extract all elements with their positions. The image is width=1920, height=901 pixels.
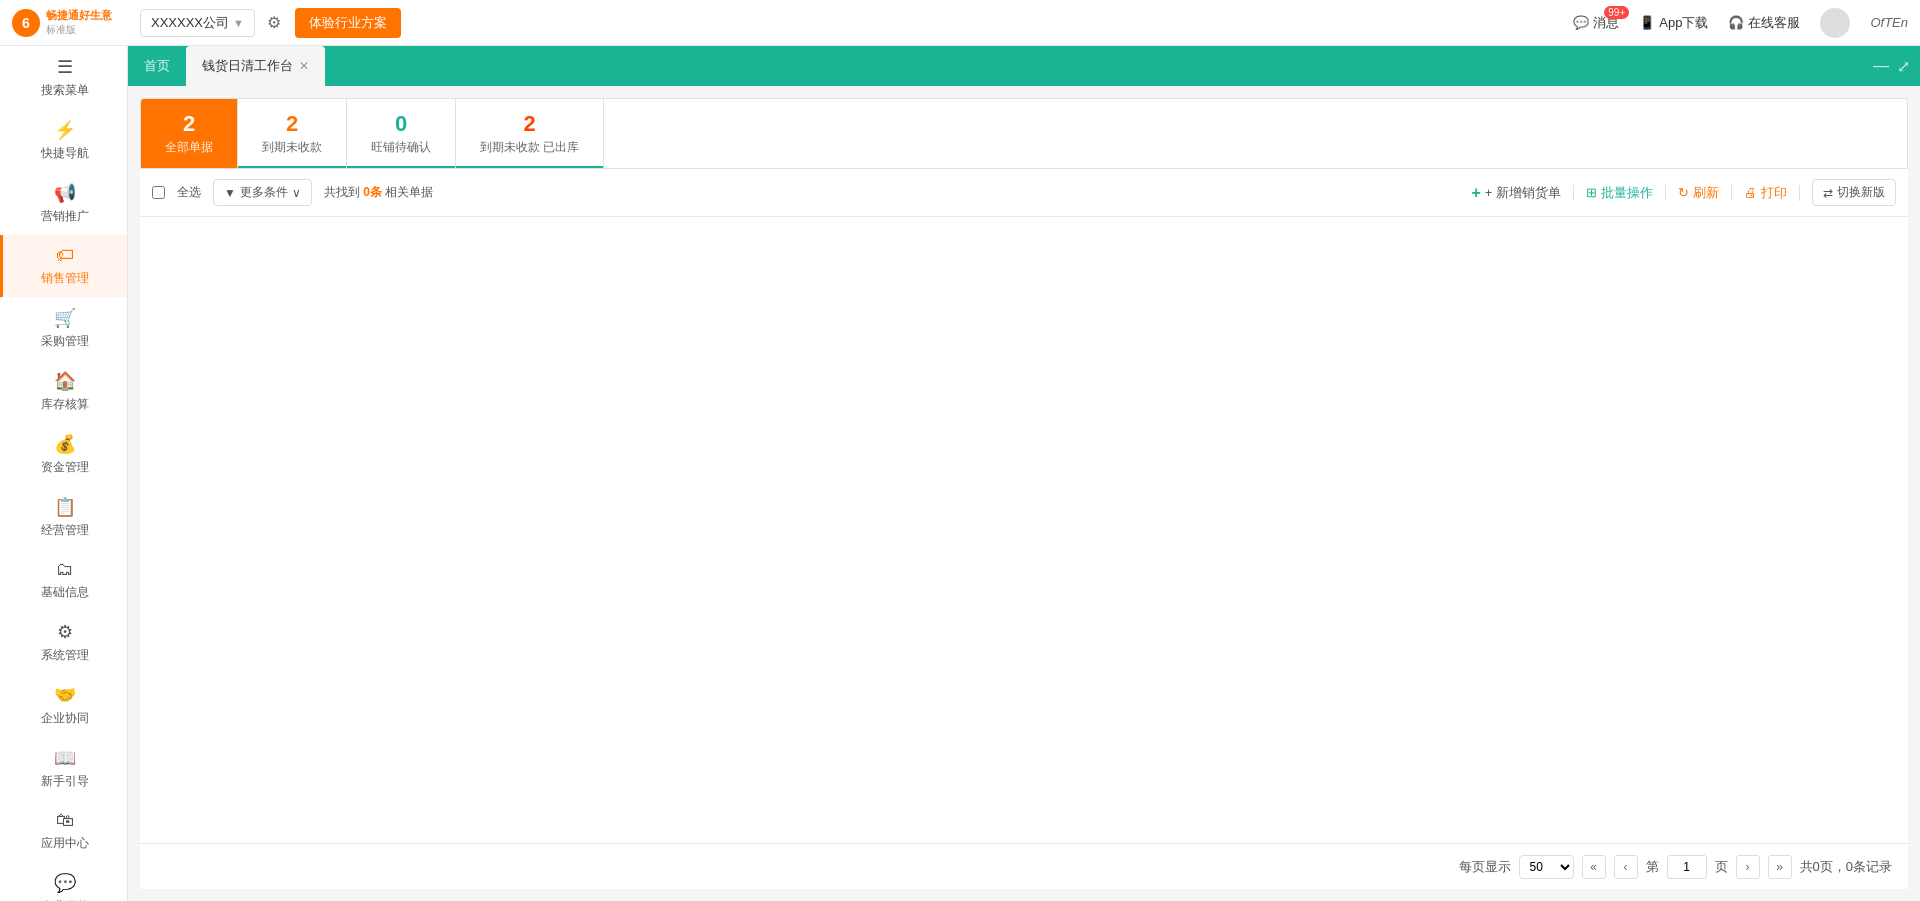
tab-home[interactable]: 首页 bbox=[128, 46, 186, 86]
marketing-icon: 📢 bbox=[54, 182, 76, 204]
stats-tabs: 2 全部单据 2 到期未收款 0 旺铺待确认 2 到期未收款 已出库 bbox=[140, 98, 1908, 169]
header-right: 💬 消息 99+ 📱 App下载 🎧 在线客服 OfTEn bbox=[1573, 8, 1908, 38]
main-layout: ☰ 搜索菜单 ⚡ 快捷导航 📢 营销推广 🏷 销售管理 🛒 采购管理 🏠 库存核… bbox=[0, 46, 1920, 901]
filter-button[interactable]: ▼ 更多条件 ∨ bbox=[213, 179, 312, 206]
sidebar-item-inventory[interactable]: 🏠 库存核算 bbox=[0, 360, 127, 423]
sidebar-item-enterprise-collab[interactable]: 🤝 企业协同 bbox=[0, 674, 127, 737]
sidebar-item-finance[interactable]: 💰 资金管理 bbox=[0, 423, 127, 486]
sidebar-item-search[interactable]: ☰ 搜索菜单 bbox=[0, 46, 127, 109]
user-avatar[interactable] bbox=[1820, 8, 1850, 38]
sidebar-item-basic-info[interactable]: 🗂 基础信息 bbox=[0, 549, 127, 611]
print-icon: 🖨 bbox=[1744, 185, 1757, 200]
switch-icon: ⇄ bbox=[1823, 186, 1833, 200]
dropdown-arrow-icon: ▼ bbox=[233, 17, 244, 29]
download-icon: 📱 bbox=[1639, 15, 1655, 30]
print-button[interactable]: 🖨 打印 bbox=[1744, 184, 1787, 202]
basic-info-icon: 🗂 bbox=[56, 559, 74, 580]
inventory-icon: 🏠 bbox=[54, 370, 76, 392]
notification-badge: 99+ bbox=[1604, 6, 1629, 19]
next-page-button[interactable]: › bbox=[1736, 855, 1760, 879]
logo-text: 畅捷通好生意 标准版 bbox=[46, 8, 112, 37]
found-text: 共找到 0条 相关单据 bbox=[324, 184, 433, 201]
switch-version-button[interactable]: ⇄ 切换新版 bbox=[1812, 179, 1896, 206]
system-icon: ⚙ bbox=[57, 621, 73, 643]
sidebar-item-purchase[interactable]: 🛒 采购管理 bbox=[0, 297, 127, 360]
first-page-button[interactable]: « bbox=[1582, 855, 1606, 879]
sidebar-item-beginner[interactable]: 📖 新手引导 bbox=[0, 737, 127, 800]
sidebar-item-operations[interactable]: 📋 经营管理 bbox=[0, 486, 127, 549]
top-header: 6 畅捷通好生意 标准版 XXXXXX公司 ▼ ⚙ 体验行业方案 💬 消息 99… bbox=[0, 0, 1920, 46]
stat-tab-shipped[interactable]: 2 到期未收款 已出库 bbox=[456, 99, 604, 168]
total-records: 共0页，0条记录 bbox=[1800, 858, 1892, 876]
page-size-select[interactable]: 50 20 100 bbox=[1519, 855, 1574, 879]
toolbar-right: + + 新增销货单 ⊞ 批量操作 ↻ 刷新 � bbox=[1471, 179, 1896, 206]
stat-tab-pending[interactable]: 0 旺铺待确认 bbox=[347, 99, 456, 168]
tab-bar: 首页 钱货日清工作台 ✕ — ⤢ bbox=[128, 46, 1920, 86]
divider-2 bbox=[1665, 185, 1666, 201]
sidebar-item-enterprise-wechat[interactable]: 💬 企业微信 bbox=[0, 862, 127, 901]
experience-btn[interactable]: 体验行业方案 bbox=[295, 8, 401, 38]
tab-daily-work[interactable]: 钱货日清工作台 ✕ bbox=[186, 46, 325, 86]
enterprise-collab-icon: 🤝 bbox=[54, 684, 76, 706]
notification-item[interactable]: 💬 消息 99+ bbox=[1573, 14, 1619, 32]
operations-icon: 📋 bbox=[54, 496, 76, 518]
headset-icon: 🎧 bbox=[1728, 15, 1744, 30]
search-menu-icon: ☰ bbox=[57, 56, 73, 78]
sidebar: ☰ 搜索菜单 ⚡ 快捷导航 📢 营销推广 🏷 销售管理 🛒 采购管理 🏠 库存核… bbox=[0, 46, 128, 901]
sidebar-item-marketing[interactable]: 📢 营销推广 bbox=[0, 172, 127, 235]
filter-icon: ▼ bbox=[224, 186, 236, 200]
pagination: 每页显示 50 20 100 « ‹ 第 页 › » 共0页，0条记录 bbox=[140, 843, 1908, 889]
batch-icon: ⊞ bbox=[1586, 185, 1597, 200]
minimize-button[interactable]: — bbox=[1873, 57, 1889, 75]
maximize-button[interactable]: ⤢ bbox=[1897, 57, 1910, 76]
sidebar-item-sales[interactable]: 🏷 销售管理 bbox=[0, 235, 127, 297]
tab-close-icon[interactable]: ✕ bbox=[299, 59, 309, 73]
stat-tab-all[interactable]: 2 全部单据 bbox=[141, 99, 238, 168]
add-sales-order-button[interactable]: + + 新增销货单 bbox=[1471, 184, 1561, 202]
purchase-icon: 🛒 bbox=[54, 307, 76, 329]
divider-4 bbox=[1799, 185, 1800, 201]
batch-operation-button[interactable]: ⊞ 批量操作 bbox=[1586, 184, 1653, 202]
table-area bbox=[140, 217, 1908, 843]
chevron-down-icon: ∨ bbox=[292, 186, 301, 200]
quick-nav-icon: ⚡ bbox=[54, 119, 76, 141]
select-all-checkbox[interactable] bbox=[152, 186, 165, 199]
tab-bar-actions: — ⤢ bbox=[1873, 57, 1920, 76]
sidebar-item-quick-nav[interactable]: ⚡ 快捷导航 bbox=[0, 109, 127, 172]
logo-area: 6 畅捷通好生意 标准版 bbox=[12, 8, 140, 37]
refresh-icon: ↻ bbox=[1678, 185, 1689, 200]
prev-page-button[interactable]: ‹ bbox=[1614, 855, 1638, 879]
content-area: 首页 钱货日清工作台 ✕ — ⤢ 2 全部单据 2 到期未收款 bbox=[128, 46, 1920, 901]
divider-1 bbox=[1573, 185, 1574, 201]
app-center-icon: 🛍 bbox=[56, 810, 74, 831]
online-service-item[interactable]: 🎧 在线客服 bbox=[1728, 14, 1800, 32]
often-text: OfTEn bbox=[1870, 15, 1908, 30]
toolbar: 全选 ▼ 更多条件 ∨ 共找到 0条 相关单据 + + 新增销货单 bbox=[140, 169, 1908, 217]
page-content: 2 全部单据 2 到期未收款 0 旺铺待确认 2 到期未收款 已出库 bbox=[128, 86, 1920, 901]
found-count: 0条 bbox=[363, 185, 382, 199]
company-selector[interactable]: XXXXXX公司 ▼ bbox=[140, 9, 255, 37]
beginner-icon: 📖 bbox=[54, 747, 76, 769]
stat-tab-overdue[interactable]: 2 到期未收款 bbox=[238, 99, 347, 168]
divider-3 bbox=[1731, 185, 1732, 201]
refresh-button[interactable]: ↻ 刷新 bbox=[1678, 184, 1719, 202]
last-page-button[interactable]: » bbox=[1768, 855, 1792, 879]
enterprise-wechat-icon: 💬 bbox=[54, 872, 76, 894]
sidebar-item-app-center[interactable]: 🛍 应用中心 bbox=[0, 800, 127, 862]
logo-icon: 6 bbox=[12, 9, 40, 37]
sales-icon: 🏷 bbox=[56, 245, 74, 266]
app-download-item[interactable]: 📱 App下载 bbox=[1639, 14, 1708, 32]
sidebar-item-system[interactable]: ⚙ 系统管理 bbox=[0, 611, 127, 674]
finance-icon: 💰 bbox=[54, 433, 76, 455]
bell-icon: 💬 bbox=[1573, 15, 1589, 30]
page-number-input[interactable] bbox=[1667, 855, 1707, 879]
settings-button[interactable]: ⚙ bbox=[263, 9, 285, 36]
plus-icon: + bbox=[1471, 184, 1480, 202]
